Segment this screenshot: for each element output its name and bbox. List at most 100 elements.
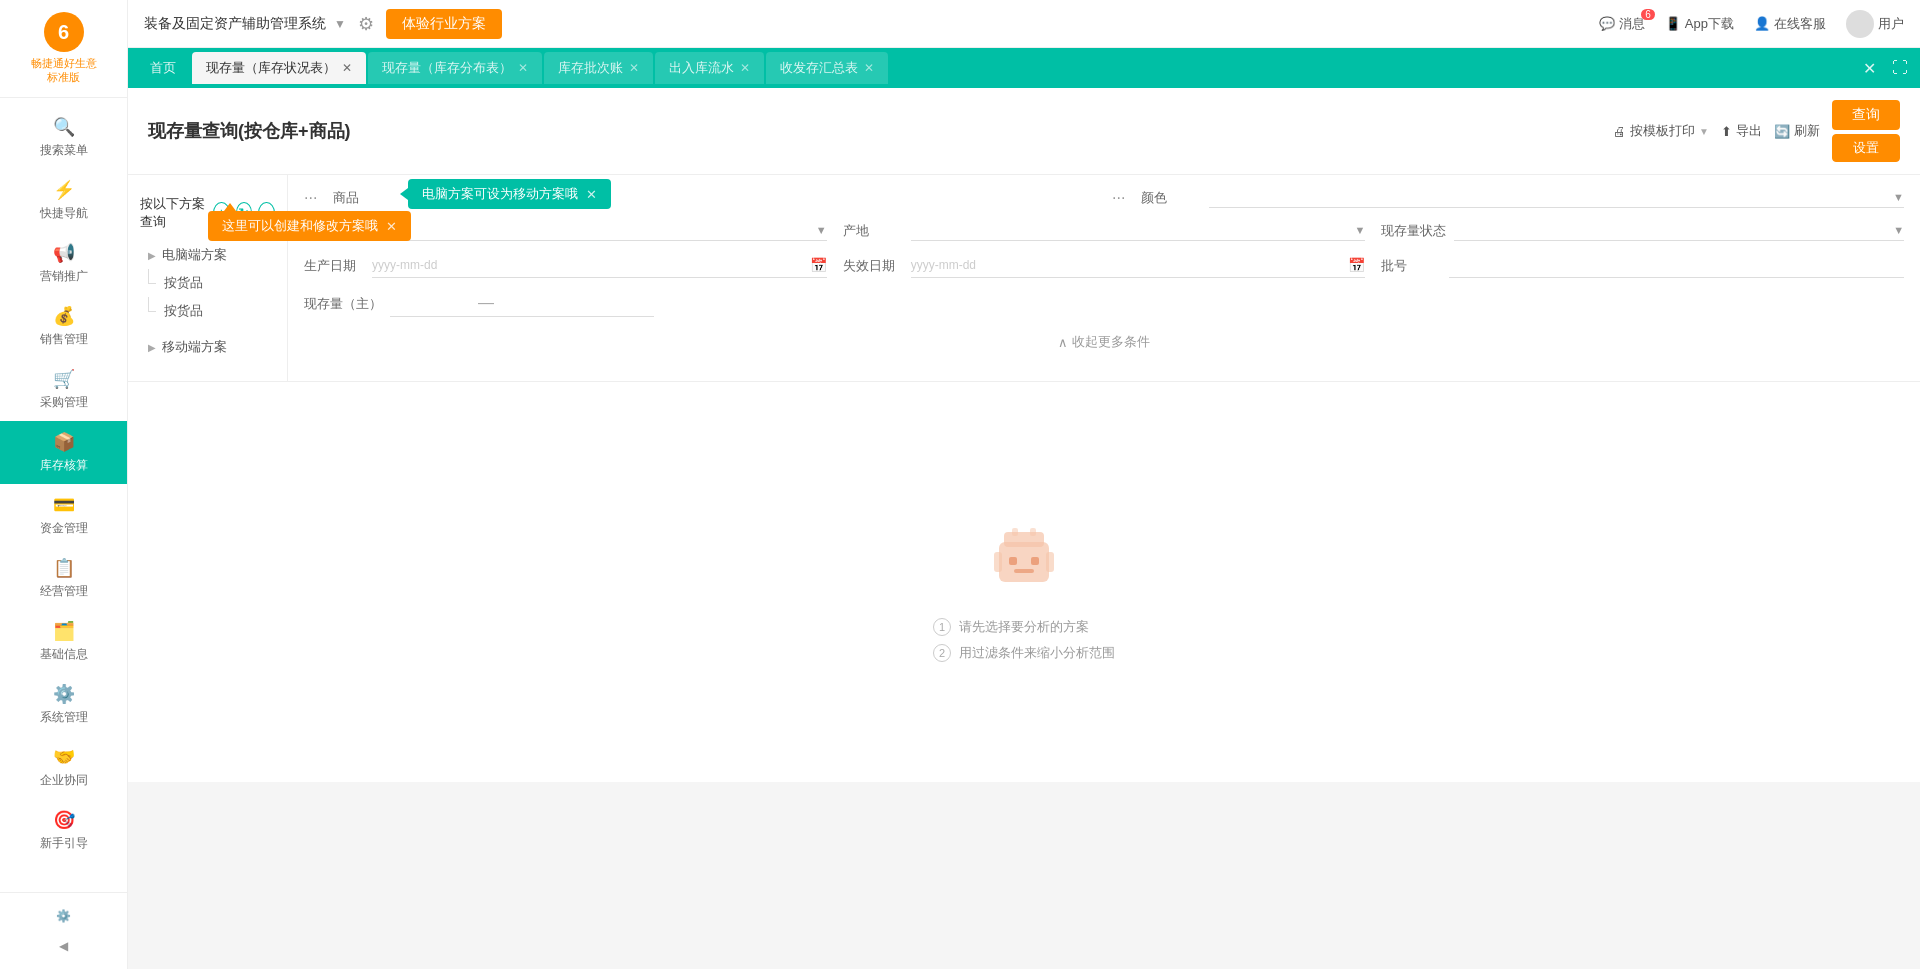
sidebar-collapse[interactable]: ◀ [0, 931, 127, 961]
operation-icon: 📋 [53, 557, 75, 579]
sidebar-item-marketing[interactable]: 📢 营销推广 [0, 232, 127, 295]
sidebar-item-sales[interactable]: 💰 销售管理 [0, 295, 127, 358]
asset-icon: 💳 [53, 494, 75, 516]
stock-qty-to[interactable] [502, 296, 582, 311]
print-icon: 🖨 [1613, 124, 1626, 139]
svg-rect-0 [999, 542, 1049, 582]
empty-illustration [974, 502, 1074, 602]
tab-close-icon[interactable]: ✕ [518, 61, 528, 75]
tip-num-2: 2 [933, 644, 951, 662]
sidebar-item-operation[interactable]: 📋 经营管理 [0, 547, 127, 610]
sidebar-item-label: 快捷导航 [40, 205, 88, 222]
stock-status-label: 现存量状态 [1381, 222, 1446, 240]
tab-label: 现存量（库存分布表） [382, 59, 512, 77]
more-options-icon[interactable]: ··· [304, 189, 317, 207]
tab-collect[interactable]: 收发存汇总表 ✕ [766, 52, 888, 84]
message-area[interactable]: 💬 6 消息 [1599, 15, 1645, 33]
color-label: 颜色 [1141, 189, 1201, 207]
collapse-more-button[interactable]: ∧ 收起更多条件 [304, 325, 1904, 359]
gear-icon: ⚙️ [56, 909, 71, 923]
desktop-scheme-header[interactable]: ▶ 电脑端方案 [140, 241, 275, 269]
calendar-icon-2[interactable]: 📅 [1348, 257, 1365, 273]
tab-close-icon[interactable]: ✕ [629, 61, 639, 75]
tooltip-close-button[interactable]: ✕ [586, 187, 597, 202]
sidebar-item-system[interactable]: ⚙️ 系统管理 [0, 673, 127, 736]
marketing-icon: 📢 [53, 242, 75, 264]
tab-batch[interactable]: 库存批次账 ✕ [544, 52, 653, 84]
scheme-item-2[interactable]: 按货品 [156, 297, 275, 325]
user-area[interactable]: 用户 [1846, 10, 1904, 38]
filter-field-batch: 批号 [1381, 254, 1904, 278]
color-select[interactable]: ▼ [1209, 187, 1904, 208]
settings-button[interactable]: 设置 [1832, 134, 1900, 162]
exp-date-input[interactable]: yyyy-mm-dd 📅 [911, 253, 1366, 278]
origin-select[interactable]: ▼ [911, 220, 1366, 241]
tab-home[interactable]: 首页 [136, 52, 190, 84]
sidebar-item-label: 新手引导 [40, 835, 88, 852]
user-label: 用户 [1878, 15, 1904, 33]
query-button[interactable]: 查询 [1832, 100, 1900, 130]
tab-home-label: 首页 [150, 59, 176, 77]
desktop-scheme-items: 按货品 按货品 [140, 269, 275, 325]
tab-close-icon[interactable]: ✕ [342, 61, 352, 75]
stock-qty-from[interactable] [390, 296, 470, 311]
filter-field-color: 颜色 ▼ [1141, 187, 1904, 208]
app-download[interactable]: 📱 App下载 [1665, 15, 1734, 33]
tab-inout[interactable]: 出入库流水 ✕ [655, 52, 764, 84]
sales-icon: 💰 [53, 305, 75, 327]
refresh-button[interactable]: 🔄 刷新 [1774, 122, 1820, 140]
export-button[interactable]: ⬆ 导出 [1721, 122, 1762, 140]
sidebar-bottom: ⚙️ ◀ [0, 892, 127, 969]
sidebar-item-enterprise[interactable]: 🤝 企业协同 [0, 736, 127, 799]
sidebar-item-asset[interactable]: 💳 资金管理 [0, 484, 127, 547]
refresh-icon: 🔄 [1774, 124, 1790, 139]
sidebar-item-label: 基础信息 [40, 646, 88, 663]
page-header: 现存量查询(按仓库+商品) 🖨 按模板打印 ▼ ⬆ 导出 🔄 刷新 查询 设 [128, 88, 1920, 175]
empty-tip-2: 2 用过滤条件来缩小分析范围 [933, 644, 1115, 662]
sidebar-item-label: 经营管理 [40, 583, 88, 600]
sidebar: 6 畅捷通好生意 标准版 🔍 搜索菜单 ⚡ 快捷导航 📢 营销推广 💰 销售管理… [0, 0, 128, 969]
mobile-scheme-header[interactable]: ▶ 移动端方案 [140, 333, 275, 361]
main-content: 装备及固定资产辅助管理系统 ▼ ⚙ 体验行业方案 💬 6 消息 📱 App下载 … [128, 0, 1920, 969]
filter-label: 按以下方案查询 [140, 195, 207, 231]
sidebar-item-label: 系统管理 [40, 709, 88, 726]
chevron-down-icon: ▼ [1699, 126, 1709, 137]
sidebar-item-search[interactable]: 🔍 搜索菜单 [0, 106, 127, 169]
goods-label: 商品 [333, 189, 393, 207]
print-button[interactable]: 🖨 按模板打印 ▼ [1613, 122, 1709, 140]
tip-text-2: 用过滤条件来缩小分析范围 [959, 644, 1115, 662]
filter-row-4: 现存量（主） — [304, 290, 1904, 317]
sidebar-item-guide[interactable]: 🎯 新手引导 [0, 799, 127, 862]
sidebar-item-purchase[interactable]: 🛒 采购管理 [0, 358, 127, 421]
sidebar-item-basic[interactable]: 🗂️ 基础信息 [0, 610, 127, 673]
tab-inventory-status[interactable]: 现存量（库存状况表） ✕ [192, 52, 366, 84]
empty-tips: 1 请先选择要分析的方案 2 用过滤条件来缩小分析范围 [933, 618, 1115, 662]
tab-inventory-dist[interactable]: 现存量（库存分布表） ✕ [368, 52, 542, 84]
scheme-group-label: 电脑端方案 [162, 246, 227, 264]
trial-button[interactable]: 体验行业方案 [386, 9, 502, 39]
tab-close-icon[interactable]: ✕ [740, 61, 750, 75]
size-select[interactable]: ▼ [372, 220, 827, 241]
online-service[interactable]: 👤 在线客服 [1754, 15, 1826, 33]
collapse-icon: ◀ [59, 939, 68, 953]
tab-close-icon[interactable]: ✕ [864, 61, 874, 75]
mfg-date-input[interactable]: yyyy-mm-dd 📅 [372, 253, 827, 278]
more-options-icon-2[interactable]: ··· [1112, 189, 1125, 207]
stock-status-select[interactable]: ▼ [1454, 220, 1904, 241]
settings-icon[interactable]: ⚙ [358, 13, 374, 35]
filter-area: 按以下方案查询 + ↻ « ▶ 电脑端方案 [128, 175, 1920, 382]
sidebar-item-quick-nav[interactable]: ⚡ 快捷导航 [0, 169, 127, 232]
maximize-button[interactable]: ⛶ [1888, 55, 1912, 81]
scheme-item-1[interactable]: 按货品 [156, 269, 275, 297]
sidebar-item-inventory[interactable]: 📦 库存核算 [0, 421, 127, 484]
close-all-tabs-button[interactable]: ✕ [1859, 55, 1880, 82]
tooltip-close-button[interactable]: ✕ [386, 219, 397, 234]
calendar-icon[interactable]: 📅 [810, 257, 827, 273]
chevron-down-icon: ▼ [816, 224, 827, 236]
sidebar-nav: 🔍 搜索菜单 ⚡ 快捷导航 📢 营销推广 💰 销售管理 🛒 采购管理 📦 库存核… [0, 98, 127, 892]
batch-input[interactable] [1449, 254, 1904, 278]
service-icon: 👤 [1754, 16, 1770, 31]
sidebar-settings[interactable]: ⚙️ [0, 901, 127, 931]
stock-qty-label: 现存量（主） [304, 295, 382, 313]
system-name: 装备及固定资产辅助管理系统 [144, 15, 326, 33]
